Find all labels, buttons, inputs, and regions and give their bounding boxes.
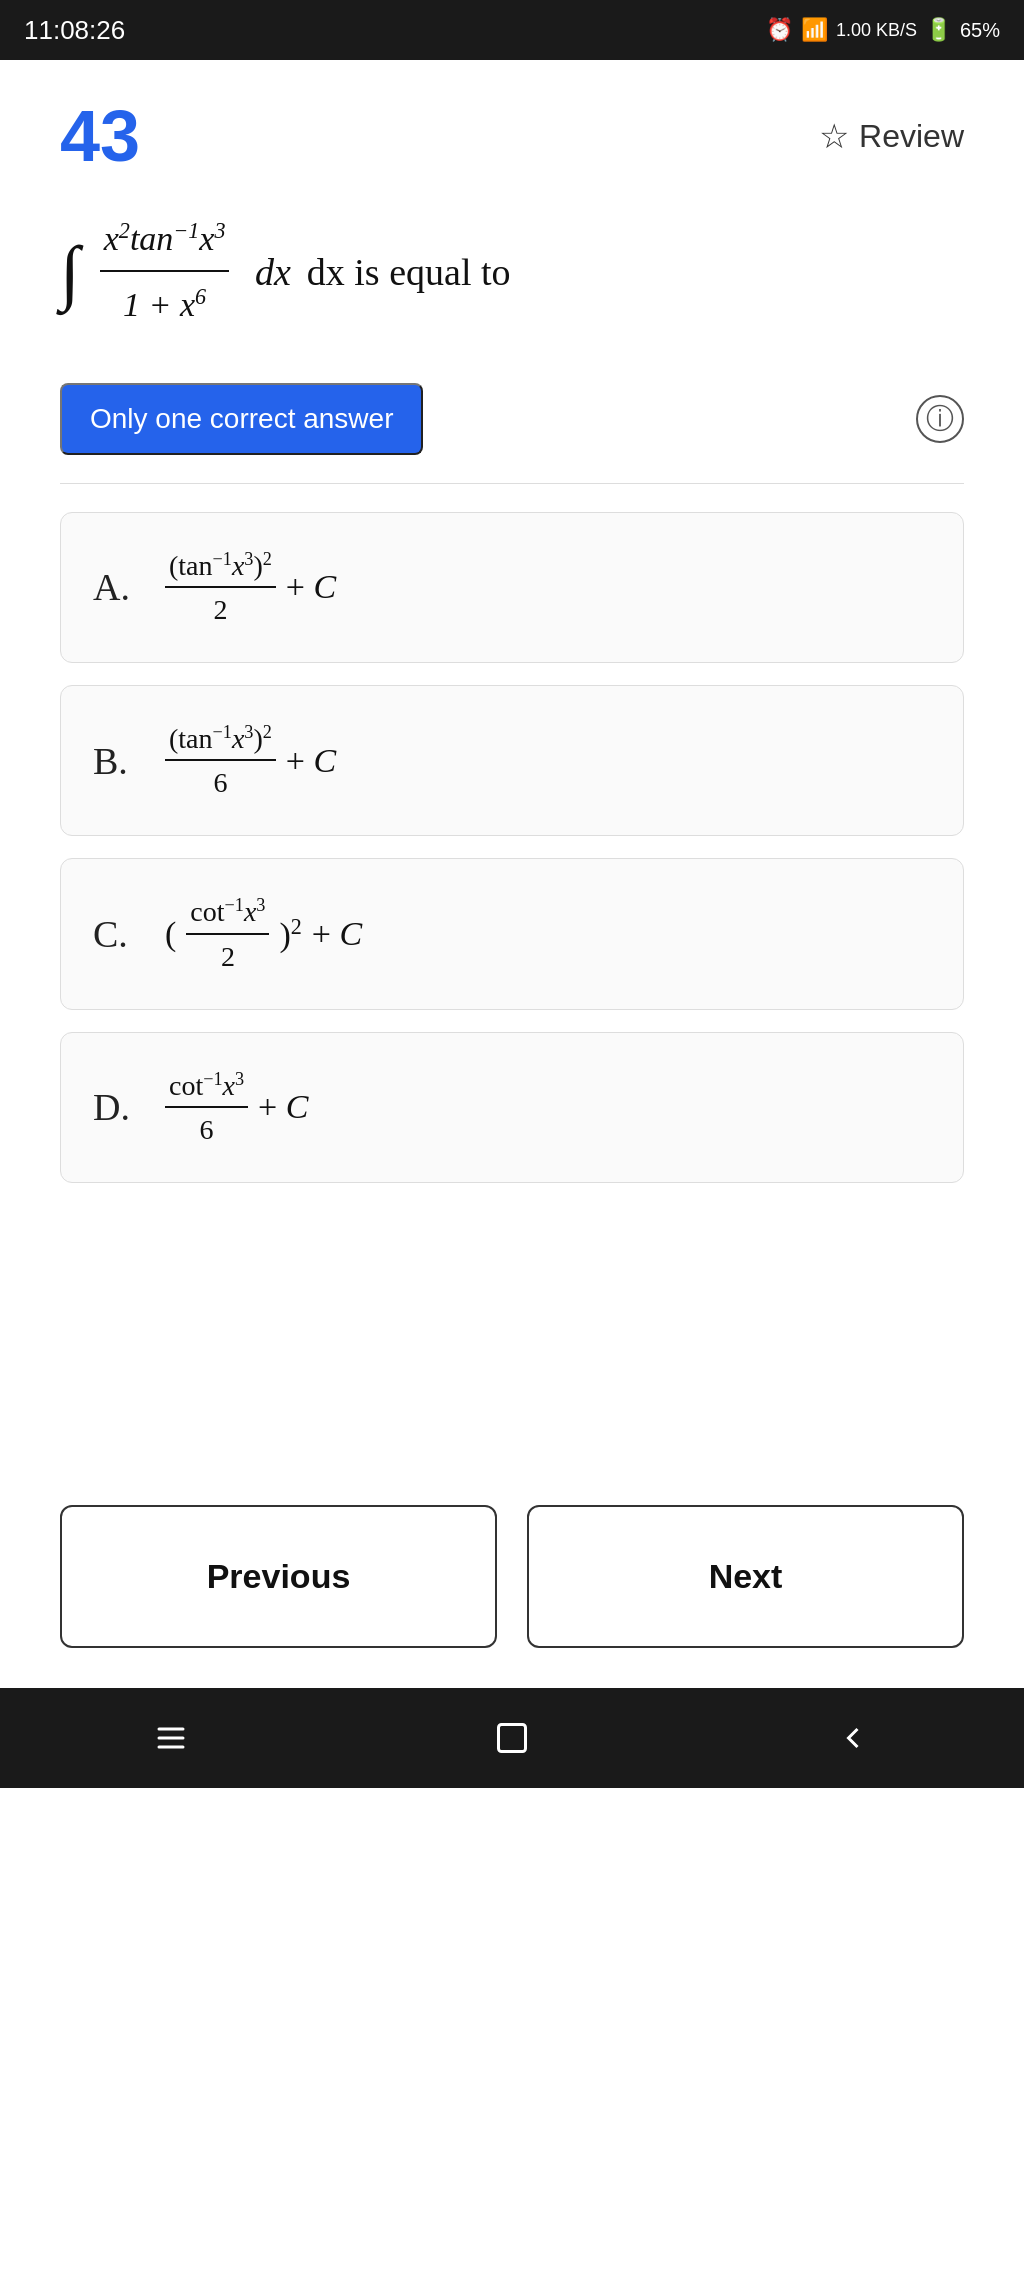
option-a-numerator: (tan−1x3)2 bbox=[165, 549, 276, 588]
option-b-label: B. bbox=[93, 739, 133, 783]
option-d-label: D. bbox=[93, 1085, 133, 1129]
option-d-fraction: cot−1x3 6 bbox=[165, 1069, 248, 1146]
option-b-fraction: (tan−1x3)2 6 bbox=[165, 722, 276, 799]
alarm-icon: ⏰ bbox=[766, 17, 793, 43]
option-c-fraction: cot−1x3 2 bbox=[186, 895, 269, 972]
option-d-plus-c: + C bbox=[258, 1088, 308, 1126]
option-c-paren-left: ( bbox=[165, 915, 176, 953]
main-content: 43 ☆ Review ∫ x2tan−1x3 1 + x6 dx dx is … bbox=[0, 60, 1024, 1445]
signal-icon: 📶 bbox=[801, 17, 828, 43]
divider bbox=[60, 483, 964, 484]
back-icon[interactable] bbox=[835, 1720, 871, 1756]
menu-icon[interactable] bbox=[153, 1720, 189, 1756]
option-d-math: cot−1x3 6 + C bbox=[165, 1069, 308, 1146]
option-c-denominator: 2 bbox=[217, 937, 239, 973]
previous-button[interactable]: Previous bbox=[60, 1505, 497, 1648]
home-icon[interactable] bbox=[494, 1720, 530, 1756]
integral-symbol: ∫ bbox=[60, 244, 80, 302]
question-header: 43 ☆ Review bbox=[60, 100, 964, 172]
option-b[interactable]: B. (tan−1x3)2 6 + C bbox=[60, 685, 964, 836]
badge-row: Only one correct answer ⓘ bbox=[60, 383, 964, 455]
next-button[interactable]: Next bbox=[527, 1505, 964, 1648]
data-speed: 1.00 KB/S bbox=[836, 20, 917, 41]
option-a[interactable]: A. (tan−1x3)2 2 + C bbox=[60, 512, 964, 663]
question-number: 43 bbox=[60, 100, 140, 172]
battery-percent: 65% bbox=[960, 19, 1000, 42]
status-bar: 11:08:26 ⏰ 📶 1.00 KB/S 🔋 65% bbox=[0, 0, 1024, 60]
option-d[interactable]: D. cot−1x3 6 + C bbox=[60, 1032, 964, 1183]
option-c-paren-right: )2 bbox=[279, 914, 301, 954]
fraction-denominator: 1 + x6 bbox=[119, 274, 210, 332]
option-a-plus-c: + C bbox=[286, 568, 336, 606]
status-icons: ⏰ 📶 1.00 KB/S 🔋 65% bbox=[766, 17, 1000, 43]
option-a-math: (tan−1x3)2 2 + C bbox=[165, 549, 336, 626]
option-a-label: A. bbox=[93, 565, 133, 609]
svg-rect-0 bbox=[157, 1728, 184, 1731]
is-equal-text: dx is equal to bbox=[307, 242, 511, 303]
nav-buttons: Previous Next bbox=[0, 1445, 1024, 1688]
question-fraction: x2tan−1x3 1 + x6 bbox=[100, 212, 230, 333]
question-math: ∫ x2tan−1x3 1 + x6 dx dx is equal to bbox=[60, 212, 964, 333]
svg-rect-3 bbox=[498, 1725, 525, 1752]
option-c-plus-c: + C bbox=[312, 915, 362, 953]
option-c-label: C. bbox=[93, 912, 133, 956]
status-time: 11:08:26 bbox=[24, 15, 125, 46]
option-a-denominator: 2 bbox=[209, 590, 231, 626]
battery-icon: 🔋 bbox=[925, 17, 952, 43]
bottom-nav-bar bbox=[0, 1688, 1024, 1788]
option-b-math: (tan−1x3)2 6 + C bbox=[165, 722, 336, 799]
fraction-numerator: x2tan−1x3 bbox=[100, 212, 230, 272]
option-b-denominator: 6 bbox=[209, 763, 231, 799]
option-c-numerator: cot−1x3 bbox=[186, 895, 269, 934]
option-a-fraction: (tan−1x3)2 2 bbox=[165, 549, 276, 626]
option-c[interactable]: C. ( cot−1x3 2 )2 + C bbox=[60, 858, 964, 1009]
option-d-numerator: cot−1x3 bbox=[165, 1069, 248, 1108]
star-icon: ☆ bbox=[819, 116, 849, 156]
option-b-numerator: (tan−1x3)2 bbox=[165, 722, 276, 761]
review-button[interactable]: ☆ Review bbox=[819, 116, 964, 156]
only-one-badge[interactable]: Only one correct answer bbox=[60, 383, 423, 455]
option-b-plus-c: + C bbox=[286, 742, 336, 780]
dx-text: dx bbox=[245, 242, 290, 303]
option-c-math: ( cot−1x3 2 )2 + C bbox=[165, 895, 362, 972]
spacer bbox=[60, 1205, 964, 1405]
svg-rect-1 bbox=[157, 1737, 184, 1740]
svg-rect-2 bbox=[157, 1746, 184, 1749]
review-label: Review bbox=[859, 118, 964, 155]
option-d-denominator: 6 bbox=[196, 1110, 218, 1146]
info-icon[interactable]: ⓘ bbox=[916, 395, 964, 443]
